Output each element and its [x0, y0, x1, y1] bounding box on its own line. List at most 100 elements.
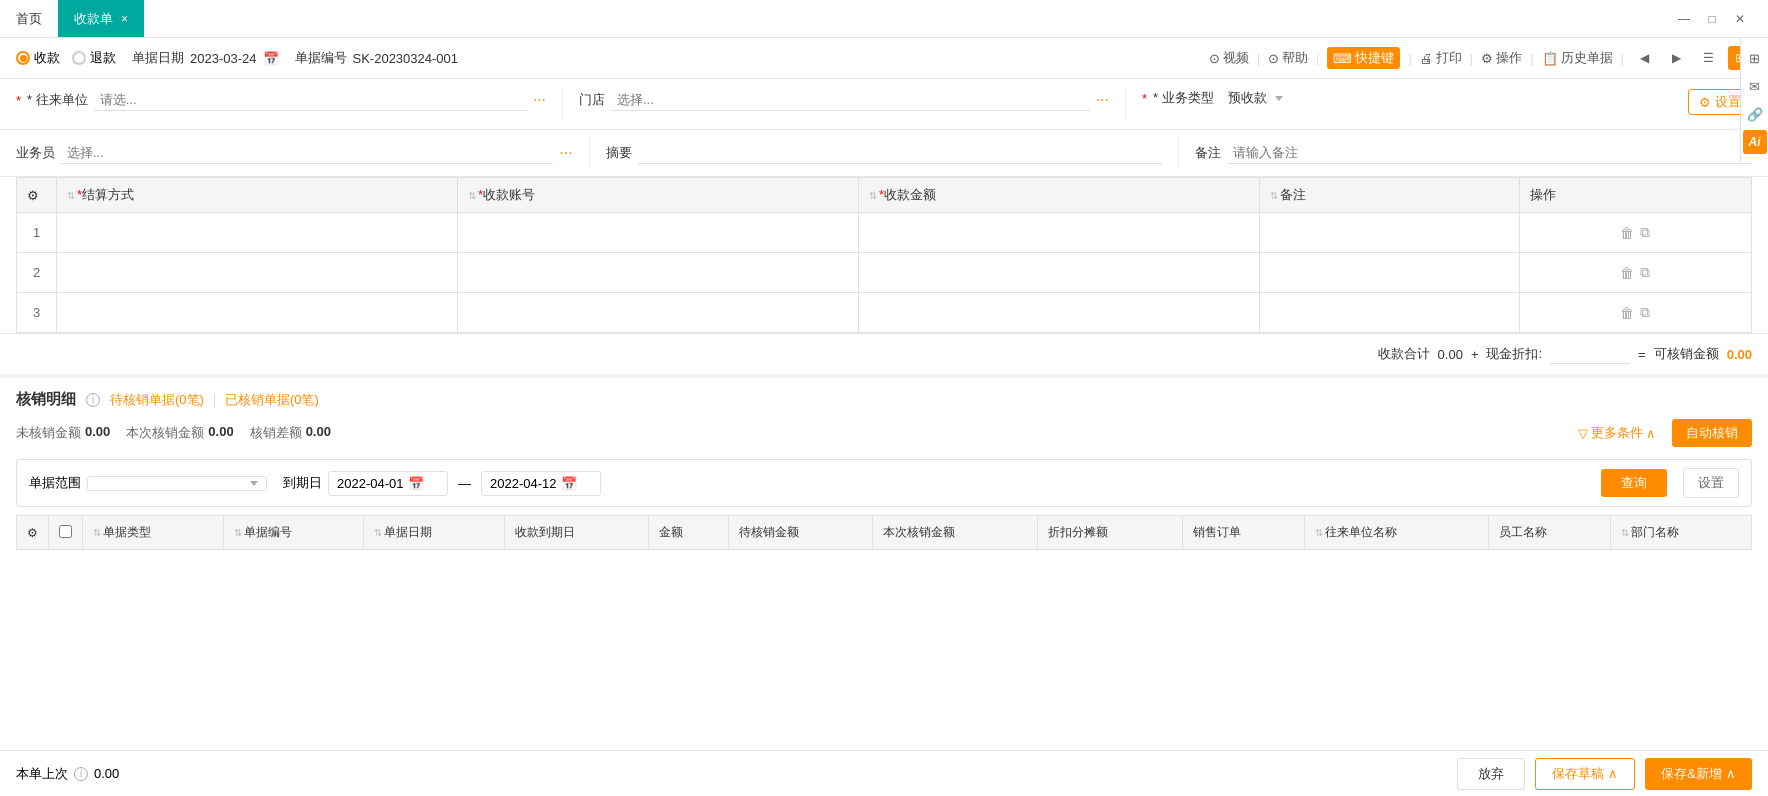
sidebar-ai-icon[interactable]: Ai — [1743, 130, 1767, 154]
th-gear[interactable]: ⚙ — [17, 178, 57, 213]
prev-btn[interactable]: ◀ — [1632, 46, 1656, 70]
remark-cell-3[interactable] — [1260, 293, 1520, 333]
date-calendar-icon[interactable]: 📅 — [263, 51, 279, 66]
save-draft-label: 保存草稿 — [1552, 765, 1604, 783]
bth-dept: ⇅部门名称 — [1611, 516, 1752, 550]
shortcut-tool[interactable]: ⌨ 快捷键 — [1327, 47, 1400, 69]
ops-cell-1: 🗑 ⧉ — [1519, 213, 1751, 253]
sidebar-link-icon[interactable]: 🔗 — [1743, 102, 1767, 126]
sep4 — [1178, 138, 1179, 168]
th-amount: ⇅*收款金额 — [859, 178, 1260, 213]
account-cell-3[interactable] — [458, 293, 859, 333]
bth-check[interactable] — [49, 516, 83, 550]
select-all-checkbox[interactable] — [59, 525, 72, 538]
nav-tab-receipts[interactable]: 收款单 × — [58, 0, 144, 37]
header-tools: ⊙ 视频 | ⊙ 帮助 | ⌨ 快捷键 | 🖨 打印 | ⚙ 操作 — [1209, 46, 1752, 70]
counterparty-group: * * 往来单位 ··· — [16, 89, 546, 111]
nav-tab-label: 收款单 — [74, 10, 113, 28]
radio-refund[interactable]: 退款 — [72, 49, 116, 67]
date-to-value: 2022-04-12 — [490, 476, 557, 491]
account-cell-1[interactable] — [458, 213, 859, 253]
store-input[interactable] — [611, 89, 1090, 111]
verify-title: 核销明细 i 待核销单据(0笔) ｜ 已核销单据(0笔) — [16, 390, 1752, 409]
nav-home[interactable]: 首页 — [0, 0, 58, 37]
query-btn[interactable]: 查询 — [1601, 469, 1667, 497]
verify-section: 核销明细 i 待核销单据(0笔) ｜ 已核销单据(0笔) 未核销金额 0.00 … — [0, 374, 1768, 562]
remark-group: 备注 — [1195, 142, 1752, 164]
nav-tab-close[interactable]: × — [121, 12, 128, 26]
shortcut-icon: ⌨ — [1333, 51, 1352, 66]
amount-cell-1[interactable] — [859, 213, 1260, 253]
help-tool[interactable]: ⊙ 帮助 — [1268, 49, 1308, 67]
more-conditions-btn[interactable]: ▽ 更多条件 ∧ — [1578, 424, 1656, 442]
minimize-btn[interactable]: — — [1672, 7, 1696, 31]
date-to-input[interactable]: 2022-04-12 📅 — [481, 471, 601, 496]
bth-discount: 折扣分摊额 — [1038, 516, 1182, 550]
close-window-btn[interactable]: ✕ — [1728, 7, 1752, 31]
copy-btn-3[interactable]: ⧉ — [1640, 304, 1650, 321]
delete-btn-3[interactable]: 🗑 — [1620, 305, 1634, 321]
docnum-field: 单据编号 SK-20230324-001 — [295, 49, 459, 67]
ops-cell-2: 🗑 ⧉ — [1519, 253, 1751, 293]
delete-btn-1[interactable]: 🗑 — [1620, 225, 1634, 241]
print-tool[interactable]: 🖨 打印 — [1420, 49, 1462, 67]
bth-salesorder: 销售订单 — [1182, 516, 1305, 550]
bth-gear[interactable]: ⚙ — [17, 516, 49, 550]
summary-input[interactable] — [638, 142, 1163, 164]
verify-tab-done[interactable]: 已核销单据(0笔) — [225, 391, 319, 409]
discount-label: 现金折扣: — [1486, 345, 1542, 363]
biztype-chevron[interactable] — [1275, 96, 1283, 101]
amount-cell-2[interactable] — [859, 253, 1260, 293]
counterparty-more-btn[interactable]: ··· — [533, 91, 546, 109]
ops-label: 操作 — [1496, 49, 1522, 67]
calendar-from-icon: 📅 — [408, 476, 424, 491]
list-view-btn[interactable]: ☰ — [1696, 46, 1720, 70]
history-tool[interactable]: 📋 历史单据 — [1542, 49, 1613, 67]
date-from-input[interactable]: 2022-04-01 📅 — [328, 471, 448, 496]
current-value: 0.00 — [208, 424, 233, 442]
docnum-value: SK-20230324-001 — [353, 51, 459, 66]
copy-btn-1[interactable]: ⧉ — [1640, 224, 1650, 241]
sidebar-table-icon[interactable]: ⊞ — [1743, 46, 1767, 70]
discount-input[interactable] — [1550, 344, 1630, 364]
staff-input[interactable] — [61, 142, 553, 164]
date-value: 2023-03-24 — [190, 51, 257, 66]
bottom-info-icon[interactable]: i — [74, 767, 88, 781]
account-cell-2[interactable] — [458, 253, 859, 293]
history-icon: 📋 — [1542, 51, 1558, 66]
settle-cell-3[interactable] — [57, 293, 458, 333]
delete-btn-2[interactable]: 🗑 — [1620, 265, 1634, 281]
verify-info-icon[interactable]: i — [86, 393, 100, 407]
next-btn[interactable]: ▶ — [1664, 46, 1688, 70]
settle-cell-1[interactable] — [57, 213, 458, 253]
copy-btn-2[interactable]: ⧉ — [1640, 264, 1650, 281]
bottom-info: 本单上次 i 0.00 — [16, 765, 119, 783]
help-label: 帮助 — [1282, 49, 1308, 67]
save-new-btn[interactable]: 保存&新增 ∧ — [1645, 758, 1752, 790]
video-tool[interactable]: ⊙ 视频 — [1209, 49, 1249, 67]
amount-cell-3[interactable] — [859, 293, 1260, 333]
remark-cell-2[interactable] — [1260, 253, 1520, 293]
form-header: 收款 退款 单据日期 2023-03-24 📅 单据编号 SK-20230324… — [0, 38, 1768, 79]
abandon-btn[interactable]: 放弃 — [1457, 758, 1525, 790]
settle-cell-2[interactable] — [57, 253, 458, 293]
store-more-btn[interactable]: ··· — [1096, 91, 1109, 109]
counterparty-input[interactable] — [94, 89, 527, 111]
maximize-btn[interactable]: □ — [1700, 7, 1724, 31]
range-select[interactable] — [87, 476, 267, 491]
sidebar-email-icon[interactable]: ✉ — [1743, 74, 1767, 98]
current-label: 本次核销金额 — [126, 424, 204, 442]
staff-more-btn[interactable]: ··· — [559, 144, 572, 162]
remark-input[interactable] — [1227, 142, 1752, 164]
remark-cell-1[interactable] — [1260, 213, 1520, 253]
bth-docdate: ⇅单据日期 — [364, 516, 505, 550]
ops-tool[interactable]: ⚙ 操作 — [1481, 49, 1522, 67]
auto-verify-btn[interactable]: 自动核销 — [1672, 419, 1752, 447]
radio-dot-receipt — [16, 51, 30, 65]
filter-settings-btn[interactable]: 设置 — [1683, 468, 1739, 498]
save-draft-btn[interactable]: 保存草稿 ∧ — [1535, 758, 1635, 790]
th-remark: ⇅备注 — [1260, 178, 1520, 213]
radio-receipt[interactable]: 收款 — [16, 49, 60, 67]
save-new-label: 保存&新增 — [1661, 765, 1722, 783]
verify-tab-pending[interactable]: 待核销单据(0笔) — [110, 391, 204, 409]
